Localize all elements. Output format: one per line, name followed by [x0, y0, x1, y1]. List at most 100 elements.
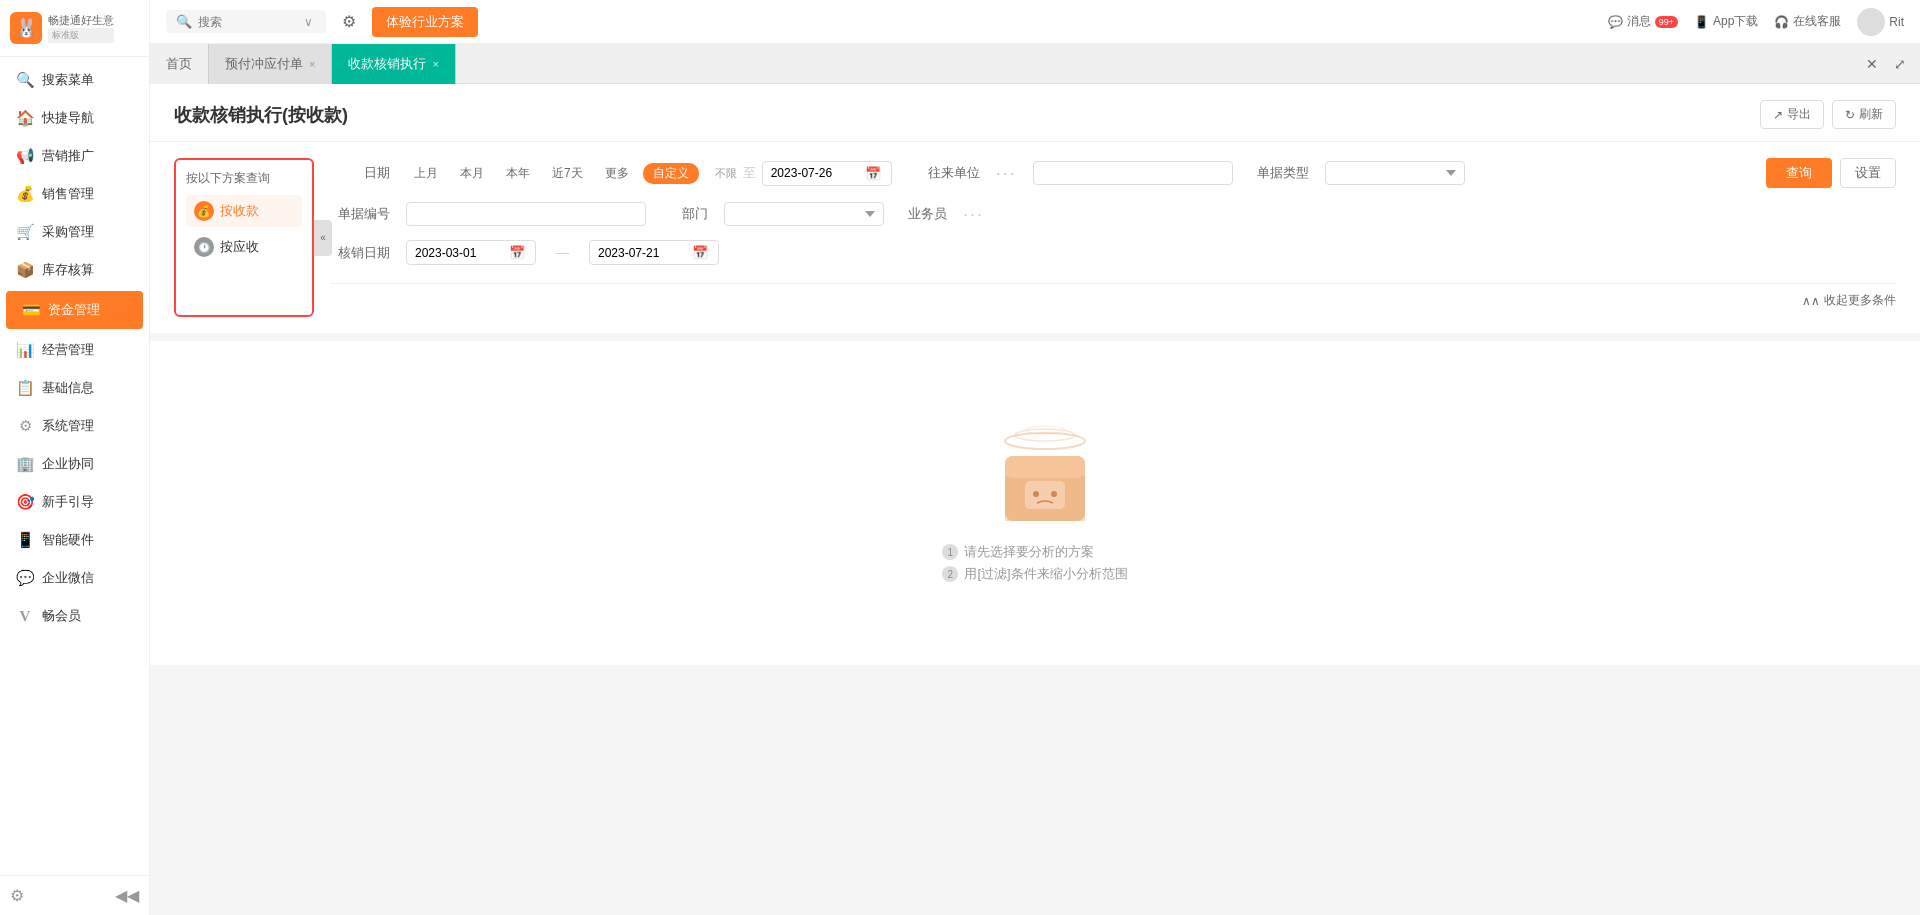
filter-row-3: 核销日期 📅 — 📅 — [330, 240, 1896, 265]
empty-svg — [975, 421, 1115, 531]
topbar-gear-icon[interactable]: ⚙ — [342, 12, 356, 31]
order-type-label: 单据类型 — [1257, 164, 1309, 182]
verify-date-from-wrapper: 📅 — [406, 240, 536, 265]
collapse-more-label: 收起更多条件 — [1824, 292, 1896, 309]
sidebar-item-marketing[interactable]: 📢 营销推广 — [0, 137, 149, 175]
date-more[interactable]: 更多 — [597, 163, 637, 184]
avatar — [1857, 8, 1885, 36]
tab-prepay[interactable]: 预付冲应付单 × — [209, 44, 332, 84]
department-select[interactable] — [724, 202, 884, 226]
date-last-month[interactable]: 上月 — [406, 163, 446, 184]
salesperson-dots: ··· — [963, 204, 984, 225]
quicknav-icon: 🏠 — [16, 109, 34, 127]
page-title: 收款核销执行(按收款) — [174, 103, 348, 139]
collapse-icon: « — [320, 232, 326, 243]
finance-icon: 💳 — [22, 301, 40, 319]
sidebar-item-label: 企业协同 — [42, 455, 94, 473]
sidebar-item-inventory[interactable]: 📦 库存核算 — [0, 251, 149, 289]
refresh-button[interactable]: ↻ 刷新 — [1832, 100, 1896, 129]
app-name: 畅捷通好生意 — [48, 13, 114, 27]
message-badge: 99+ — [1655, 16, 1678, 28]
sidebar-item-purchase[interactable]: 🛒 采购管理 — [0, 213, 149, 251]
sidebar-item-member[interactable]: V 畅会员 — [0, 597, 149, 635]
maximize-button[interactable]: ⤢ — [1888, 52, 1912, 76]
counterpart-input[interactable] — [1033, 161, 1233, 185]
date-this-month[interactable]: 本月 — [452, 163, 492, 184]
date-range-inputs: 不限 至 📅 — [715, 161, 892, 186]
date-this-year[interactable]: 本年 — [498, 163, 538, 184]
sidebar-item-finance[interactable]: 💳 资金管理 — [6, 291, 143, 329]
date-custom[interactable]: 自定义 — [643, 163, 699, 184]
service-icon: 🎧 — [1774, 15, 1789, 29]
corp-icon: 🏢 — [16, 455, 34, 473]
filter-option-by-payment[interactable]: 💰 按收款 — [186, 195, 302, 227]
sidebar-item-sales[interactable]: 💰 销售管理 — [0, 175, 149, 213]
setting-button[interactable]: 设置 — [1840, 158, 1896, 188]
topbar-right: 💬 消息 99+ 📱 App下载 🎧 在线客服 Rit — [1608, 8, 1904, 36]
collapse-sidebar-icon[interactable]: ◀◀ — [115, 886, 139, 905]
verify-date-from-field[interactable] — [415, 246, 505, 260]
hardware-icon: 📱 — [16, 531, 34, 549]
filter-option-by-receivable[interactable]: 🕐 按应收 — [186, 231, 302, 263]
collapse-up-icon: ∧∧ — [1802, 294, 1820, 308]
user-profile[interactable]: Rit — [1857, 8, 1904, 36]
query-button[interactable]: 查询 — [1766, 158, 1832, 188]
page-header: 收款核销执行(按收款) ↗ 导出 ↻ 刷新 — [150, 84, 1920, 142]
sidebar-item-basic-info[interactable]: 📋 基础信息 — [0, 369, 149, 407]
refresh-icon: ↻ — [1845, 108, 1855, 122]
department-label: 部门 — [682, 205, 708, 223]
topbar-search-input[interactable] — [198, 15, 298, 29]
solution-button[interactable]: 体验行业方案 — [372, 7, 478, 37]
collapse-more-button[interactable]: ∧∧ 收起更多条件 — [330, 283, 1896, 317]
message-button[interactable]: 💬 消息 99+ — [1608, 13, 1678, 30]
sidebar-item-business[interactable]: 📊 经营管理 — [0, 331, 149, 369]
purchase-icon: 🛒 — [16, 223, 34, 241]
order-no-input[interactable] — [406, 202, 646, 226]
main-area: 🔍 ∨ ⚙ 体验行业方案 💬 消息 99+ 📱 App下载 🎧 在线客服 Rit — [150, 0, 1920, 915]
filter-action-buttons: 查询 设置 — [1766, 158, 1896, 188]
date-to-field[interactable] — [771, 166, 861, 180]
department-select-wrapper — [724, 202, 884, 226]
app-download-label: App下载 — [1713, 13, 1758, 30]
page-actions: ↗ 导出 ↻ 刷新 — [1760, 100, 1896, 141]
message-icon: 💬 — [1608, 15, 1623, 29]
svg-point-8 — [1051, 491, 1057, 497]
app-logo: 🐰 畅捷通好生意 标准版 — [0, 0, 149, 57]
sidebar-item-label: 搜索菜单 — [42, 71, 94, 89]
topbar-search-box[interactable]: 🔍 ∨ — [166, 10, 326, 33]
date-last-7-days[interactable]: 近7天 — [544, 163, 591, 184]
tab-payment-verify-close[interactable]: × — [432, 58, 438, 70]
verify-date-to-field[interactable] — [598, 246, 688, 260]
sidebar-item-search[interactable]: 🔍 搜索菜单 — [0, 61, 149, 99]
system-icon: ⚙ — [16, 417, 34, 435]
topbar: 🔍 ∨ ⚙ 体验行业方案 💬 消息 99+ 📱 App下载 🎧 在线客服 Rit — [150, 0, 1920, 44]
tab-home[interactable]: 首页 — [150, 44, 209, 84]
app-download-button[interactable]: 📱 App下载 — [1694, 13, 1758, 30]
close-window-button[interactable]: ✕ — [1860, 52, 1884, 76]
sidebar-item-system[interactable]: ⚙ 系统管理 — [0, 407, 149, 445]
verify-date-separator: — — [552, 245, 573, 260]
verify-calendar-from-icon: 📅 — [509, 245, 525, 260]
online-service-button[interactable]: 🎧 在线客服 — [1774, 13, 1841, 30]
guide-icon: 🎯 — [16, 493, 34, 511]
date-range-separator-top: 至 — [743, 164, 756, 182]
verify-date-to-wrapper: 📅 — [589, 240, 719, 265]
order-type-select[interactable] — [1325, 161, 1465, 185]
svg-point-7 — [1033, 491, 1039, 497]
export-button[interactable]: ↗ 导出 — [1760, 100, 1824, 129]
collapse-filter-button[interactable]: « — [314, 220, 332, 256]
empty-hint-list: 1 请先选择要分析的方案 2 用[过滤]条件来缩小分析范围 — [942, 541, 1127, 585]
tab-prepay-close[interactable]: × — [309, 58, 315, 70]
tab-payment-verify[interactable]: 收款核销执行 × — [332, 44, 455, 84]
order-no-label: 单据编号 — [330, 205, 390, 223]
filter-scheme-panel: 按以下方案查询 💰 按收款 🕐 按应收 « — [174, 158, 314, 317]
empty-hint-2-text: 用[过滤]条件来缩小分析范围 — [964, 565, 1127, 583]
sidebar-item-quick-nav[interactable]: 🏠 快捷导航 — [0, 99, 149, 137]
sidebar-item-label: 基础信息 — [42, 379, 94, 397]
settings-bottom-icon[interactable]: ⚙ — [10, 886, 24, 905]
sidebar-item-wechat[interactable]: 💬 企业微信 — [0, 559, 149, 597]
sidebar-item-corp[interactable]: 🏢 企业协同 — [0, 445, 149, 483]
sidebar-item-hardware[interactable]: 📱 智能硬件 — [0, 521, 149, 559]
filter-area: 按以下方案查询 💰 按收款 🕐 按应收 « 日期 — [150, 142, 1920, 333]
sidebar-item-guide[interactable]: 🎯 新手引导 — [0, 483, 149, 521]
